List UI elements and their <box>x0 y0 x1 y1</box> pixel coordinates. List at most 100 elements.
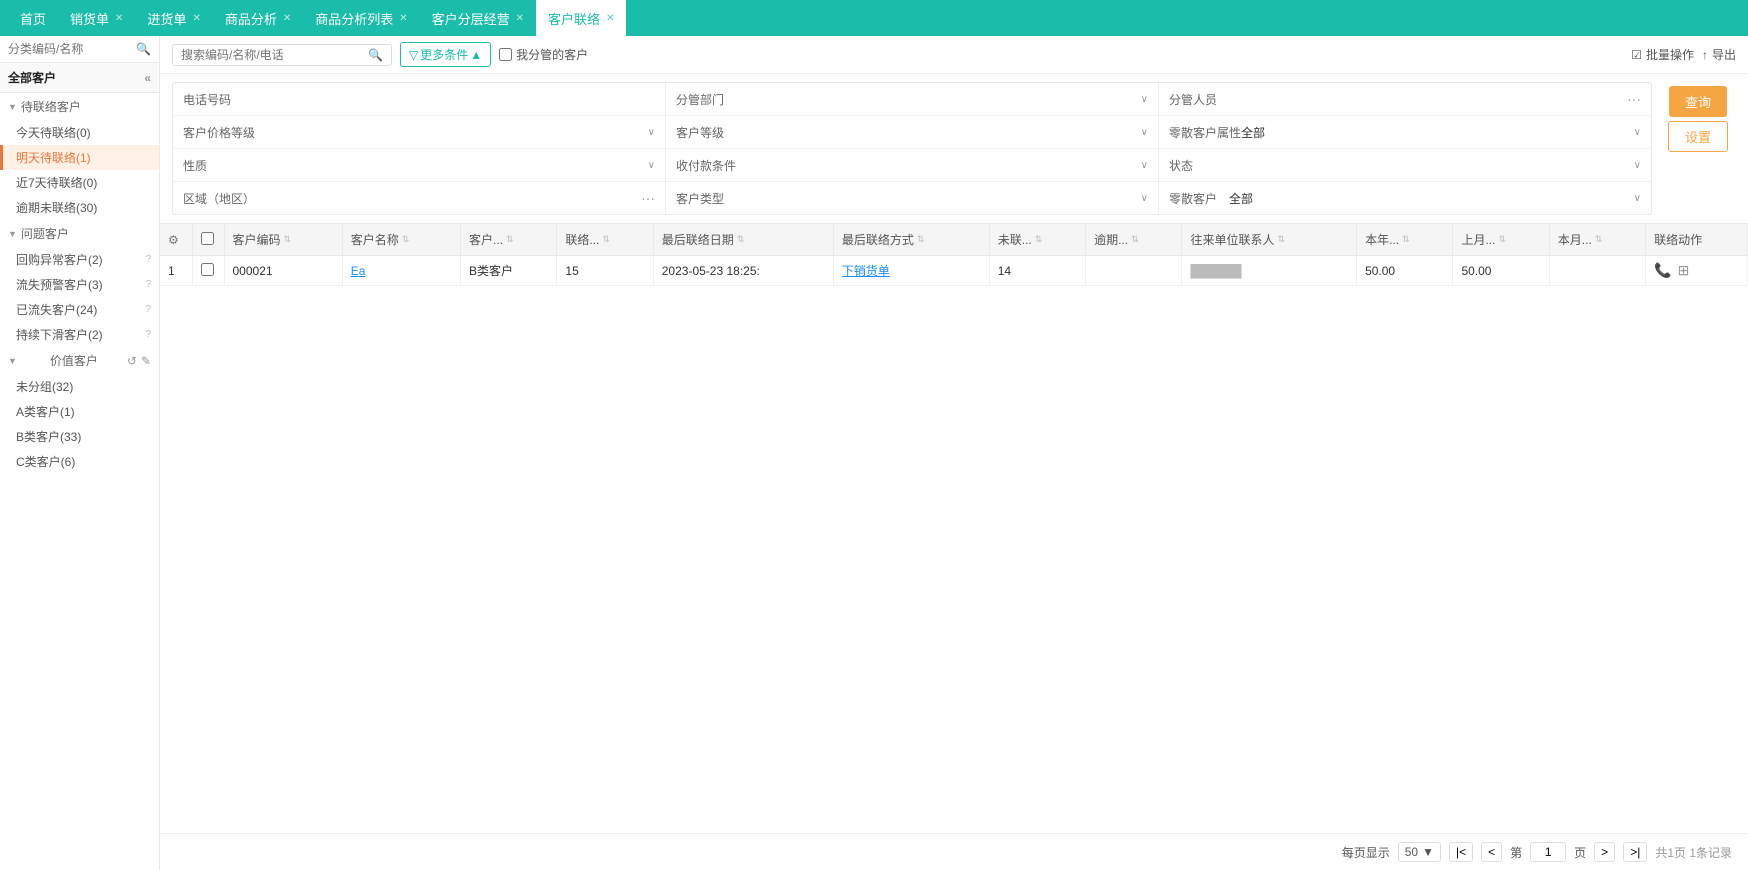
grid-action-icon[interactable]: ⊞ <box>1678 262 1690 279</box>
value-customer-edit-icon[interactable]: ✎ <box>141 354 151 368</box>
filter-customer-level-select[interactable]: ∨ <box>736 127 1148 138</box>
contact-person-sort-icon[interactable]: ⇅ <box>1277 234 1285 245</box>
value-customer-refresh-icon[interactable]: ↺ <box>127 354 137 368</box>
nav-customer-contact[interactable]: 客户联络 ✕ <box>536 0 626 36</box>
name-sort-icon[interactable]: ⇅ <box>402 234 410 245</box>
last-method-sort-icon[interactable]: ⇅ <box>917 234 925 245</box>
customer-name-link[interactable]: Ea <box>351 264 366 278</box>
filter-retail-attr[interactable]: 零散客户属性 全部 ∨ <box>1159 116 1651 148</box>
filter-retail-customer[interactable]: 零散客户 全部 ∨ <box>1159 182 1651 214</box>
sidebar-item-class-c[interactable]: C类客户(6) <box>0 449 159 474</box>
filter-nature[interactable]: 性质 ∨ <box>173 149 666 181</box>
help-icon-4[interactable]: ? <box>145 329 151 340</box>
filter-customer-type[interactable]: 客户类型 ∨ <box>666 182 1159 214</box>
sidebar-item-declining[interactable]: 持续下滑客户(2) ? <box>0 322 159 347</box>
filter-status-select[interactable]: ∨ <box>1229 160 1641 171</box>
page-size-caret-icon: ▼ <box>1422 845 1434 859</box>
nav-sales-order[interactable]: 销货单 ✕ <box>58 0 135 36</box>
next-page-btn[interactable]: > <box>1594 842 1615 862</box>
nav-sales-order-close[interactable]: ✕ <box>115 13 123 24</box>
row-checkbox[interactable] <box>201 263 214 276</box>
nav-product-analysis-list-close[interactable]: ✕ <box>399 13 407 24</box>
search-icon[interactable]: 🔍 <box>368 48 383 62</box>
filter-customer-level[interactable]: 客户等级 ∨ <box>666 116 1159 148</box>
my-customers-check[interactable] <box>499 48 512 61</box>
filter-region-dots[interactable]: ··· <box>255 190 655 206</box>
more-conditions-btn[interactable]: ▽ 更多条件 ▲ <box>400 42 491 67</box>
code-sort-icon[interactable]: ⇅ <box>284 234 292 245</box>
sidebar-item-overdue[interactable]: 逾期未联络(30) <box>0 195 159 220</box>
no-contact-sort-icon[interactable]: ⇅ <box>1035 234 1043 245</box>
sidebar-collapse-icon[interactable]: « <box>144 71 151 85</box>
filter-dept[interactable]: 分管部门 ∨ <box>666 83 1159 115</box>
nav-home[interactable]: 首页 <box>8 0 58 36</box>
content-area: 🔍 ▽ 更多条件 ▲ 我分管的客户 ☑ 批量操作 ↑ 导出 <box>160 36 1748 870</box>
sidebar-search-input[interactable] <box>8 42 136 56</box>
sidebar-item-churn-warning[interactable]: 流失预警客户(3) ? <box>0 272 159 297</box>
reset-button[interactable]: 设置 <box>1668 121 1728 152</box>
sidebar-item-tomorrow[interactable]: 明天待联络(1) <box>0 145 159 170</box>
nav-purchase-order[interactable]: 进货单 ✕ <box>135 0 212 36</box>
filter-price-level[interactable]: 客户价格等级 ∨ <box>173 116 666 148</box>
sidebar-item-class-b[interactable]: B类客户(33) <box>0 424 159 449</box>
nav-customer-tier-close[interactable]: ✕ <box>516 13 524 24</box>
nav-customer-tier[interactable]: 客户分层经营 ✕ <box>420 0 536 36</box>
filter-dept-select[interactable]: ∨ <box>736 94 1148 105</box>
cell-name[interactable]: Ea <box>342 256 460 286</box>
last-page-btn[interactable]: >| <box>1623 842 1647 862</box>
page-number-input[interactable] <box>1530 842 1566 862</box>
overdue-sort-icon[interactable]: ⇅ <box>1131 234 1139 245</box>
nav-product-analysis-list[interactable]: 商品分析列表 ✕ <box>303 0 419 36</box>
cell-last-method[interactable]: 下销货单 <box>833 256 989 286</box>
sidebar-item-7days[interactable]: 近7天待联络(0) <box>0 170 159 195</box>
type-sort-icon[interactable]: ⇅ <box>506 234 514 245</box>
sidebar-item-churned[interactable]: 已流失客户(24) ? <box>0 297 159 322</box>
export-btn[interactable]: ↑ 导出 <box>1702 46 1736 63</box>
filter-payment[interactable]: 收付款条件 ∨ <box>666 149 1159 181</box>
select-all-checkbox[interactable] <box>201 232 214 245</box>
first-page-btn[interactable]: |< <box>1449 842 1473 862</box>
help-icon-1[interactable]: ? <box>145 254 151 265</box>
last-month-sort-icon[interactable]: ⇅ <box>1498 234 1506 245</box>
this-month-sort-icon[interactable]: ⇅ <box>1595 234 1603 245</box>
cell-action: 📞 ⊞ <box>1646 256 1748 286</box>
page-size-select[interactable]: 50 ▼ <box>1398 842 1441 862</box>
filter-customer-type-select[interactable]: ∨ <box>736 193 1148 204</box>
nav-product-analysis[interactable]: 商品分析 ✕ <box>213 0 303 36</box>
nav-product-analysis-close[interactable]: ✕ <box>283 13 291 24</box>
sidebar-item-ungrouped[interactable]: 未分组(32) <box>0 374 159 399</box>
filter-price-level-select[interactable]: ∨ <box>255 127 655 138</box>
filter-payment-select[interactable]: ∨ <box>736 160 1148 171</box>
contact-sort-icon[interactable]: ⇅ <box>602 234 610 245</box>
call-icon[interactable]: 📞 <box>1654 262 1671 279</box>
table-header-row: ⚙ 客户编码 ⇅ 客户名称 <box>160 224 1748 256</box>
filter-phone-input[interactable] <box>243 92 655 106</box>
region-dots-icon[interactable]: ··· <box>641 190 655 206</box>
filter-person-dots[interactable]: ··· <box>1229 91 1641 107</box>
this-year-sort-icon[interactable]: ⇅ <box>1402 234 1410 245</box>
help-icon-3[interactable]: ? <box>145 304 151 315</box>
last-date-sort-icon[interactable]: ⇅ <box>737 234 745 245</box>
sidebar-item-repurchase-abnormal[interactable]: 回购异常客户(2) ? <box>0 247 159 272</box>
filter-status[interactable]: 状态 ∨ <box>1159 149 1651 181</box>
nav-customer-contact-close[interactable]: ✕ <box>606 13 614 24</box>
sidebar-search-icon[interactable]: 🔍 <box>136 42 151 56</box>
filter-nature-select[interactable]: ∨ <box>243 160 655 171</box>
prev-page-btn[interactable]: < <box>1481 842 1502 862</box>
nav-purchase-order-close[interactable]: ✕ <box>192 13 200 24</box>
filter-person[interactable]: 分管人员 ··· <box>1159 83 1651 115</box>
person-dots-icon[interactable]: ··· <box>1627 91 1641 107</box>
help-icon-2[interactable]: ? <box>145 279 151 290</box>
last-method-link[interactable]: 下销货单 <box>842 264 890 278</box>
filter-region[interactable]: 区域（地区） ··· <box>173 182 666 214</box>
filter-retail-customer-select[interactable]: 全部 ∨ <box>1229 190 1641 207</box>
cell-checkbox[interactable] <box>192 256 224 286</box>
search-input[interactable] <box>181 48 368 62</box>
filter-retail-attr-select[interactable]: 全部 ∨ <box>1241 124 1641 141</box>
column-settings-icon[interactable]: ⚙ <box>168 233 179 247</box>
sidebar-item-class-a[interactable]: A类客户(1) <box>0 399 159 424</box>
query-button[interactable]: 查询 <box>1669 86 1727 117</box>
sidebar-item-today[interactable]: 今天待联络(0) <box>0 120 159 145</box>
my-customers-checkbox[interactable]: 我分管的客户 <box>499 46 588 63</box>
batch-op-btn[interactable]: ☑ 批量操作 <box>1631 46 1694 63</box>
